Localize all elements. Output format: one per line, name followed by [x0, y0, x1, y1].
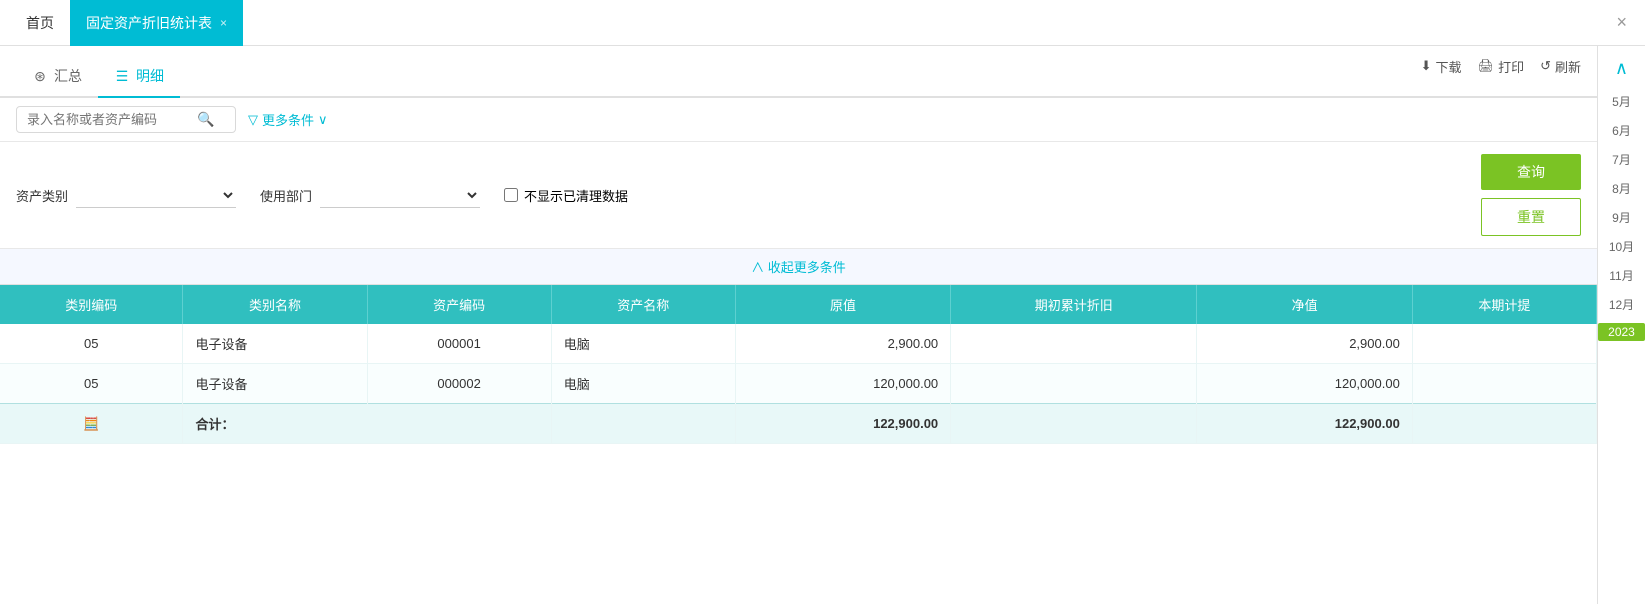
- col-header-category-code: 类别编码: [0, 285, 183, 324]
- summary-icon-cell: 🧮: [0, 404, 183, 444]
- download-button[interactable]: ⬇ 下载: [1421, 57, 1462, 76]
- year-badge[interactable]: 2023: [1598, 323, 1645, 341]
- active-tab[interactable]: 固定资产折旧统计表 ×: [70, 0, 243, 46]
- tab-summary[interactable]: ⊛ 汇总: [16, 66, 98, 98]
- cell-asset-code: 000001: [367, 324, 551, 364]
- summary-label: 合计：: [183, 404, 551, 444]
- department-select[interactable]: [320, 182, 480, 208]
- sub-tabs: ⊛ 汇总 ☰ 明细: [0, 46, 1405, 96]
- summary-accumulated-dep: [951, 404, 1197, 444]
- download-icon: ⬇: [1421, 58, 1432, 74]
- chevron-down-icon: ∨: [318, 112, 328, 128]
- reset-button[interactable]: 重置: [1481, 198, 1581, 236]
- search-icon[interactable]: 🔍: [197, 111, 214, 128]
- cell-asset-name: 电脑: [551, 324, 735, 364]
- hide-cleared-item: 不显示已清理数据: [504, 186, 628, 205]
- print-label: 打印: [1498, 57, 1524, 76]
- summary-current-period: [1412, 404, 1596, 444]
- right-sidebar: ∧ 5月6月7月8月9月10月11月12月 2023: [1597, 46, 1645, 604]
- filter-buttons: 查询 重置: [1481, 154, 1581, 236]
- asset-category-select[interactable]: [76, 182, 236, 208]
- department-filter: 使用部门: [260, 182, 480, 208]
- search-bar: 🔍 ▽ 更多条件 ∨: [0, 98, 1597, 142]
- tab-summary-label: 汇总: [54, 66, 82, 86]
- sidebar-month-item[interactable]: 8月: [1605, 174, 1638, 203]
- hide-cleared-label: 不显示已清理数据: [524, 186, 628, 205]
- collapse-label: ∧ 收起更多条件: [751, 260, 846, 275]
- query-button[interactable]: 查询: [1481, 154, 1581, 190]
- filter-row: 资产类别 使用部门 不显示已清理数据 查询: [16, 154, 1581, 236]
- print-icon: 🖨: [1478, 58, 1495, 74]
- col-header-original-value: 原值: [735, 285, 950, 324]
- filter-area: 资产类别 使用部门 不显示已清理数据 查询: [0, 142, 1597, 249]
- cell-original-value: 2,900.00: [735, 324, 950, 364]
- search-input-wrap: 🔍: [16, 106, 236, 133]
- collapse-bar[interactable]: ∧ 收起更多条件: [0, 249, 1597, 285]
- tab-close-icon[interactable]: ×: [220, 0, 227, 46]
- cell-category-code: 05: [0, 324, 183, 364]
- summary-icon: ⊛: [32, 68, 48, 84]
- more-conditions-label: 更多条件: [262, 110, 314, 129]
- detail-icon: ☰: [114, 68, 130, 84]
- col-header-accumulated-dep: 期初累计折旧: [951, 285, 1197, 324]
- refresh-button[interactable]: ↺ 刷新: [1540, 57, 1581, 76]
- window-close-button[interactable]: ×: [1608, 12, 1635, 33]
- cell-current-period: [1412, 364, 1596, 404]
- refresh-icon: ↺: [1540, 58, 1551, 74]
- cell-category-name: 电子设备: [183, 364, 367, 404]
- col-header-current-period: 本期计提: [1412, 285, 1596, 324]
- asset-category-filter: 资产类别: [16, 182, 236, 208]
- cell-asset-name: 电脑: [551, 364, 735, 404]
- data-table: 类别编码 类别名称 资产编码 资产名称 原值 期初累计折旧 净值 本期计提 05…: [0, 285, 1597, 444]
- sidebar-month-item[interactable]: 10月: [1605, 232, 1638, 261]
- sidebar-month-item[interactable]: 9月: [1605, 203, 1638, 232]
- col-header-net-value: 净值: [1197, 285, 1412, 324]
- cell-category-code: 05: [0, 364, 183, 404]
- sidebar-month-item[interactable]: 6月: [1605, 116, 1638, 145]
- more-conditions-button[interactable]: ▽ 更多条件 ∨: [248, 110, 328, 129]
- summary-net-value: 122,900.00: [1197, 404, 1412, 444]
- toolbar: ⬇ 下载 🖨 打印 ↺ 刷新: [1405, 46, 1597, 86]
- summary-original-value: 122,900.00: [735, 404, 950, 444]
- cell-category-name: 电子设备: [183, 324, 367, 364]
- top-nav: 首页 固定资产折旧统计表 × ×: [0, 0, 1645, 46]
- filter-icon: ▽: [248, 112, 258, 128]
- cell-current-period: [1412, 324, 1596, 364]
- sidebar-month-item[interactable]: 7月: [1605, 145, 1638, 174]
- print-button[interactable]: 🖨 打印: [1478, 57, 1525, 76]
- refresh-label: 刷新: [1555, 57, 1581, 76]
- tab-detail-label: 明细: [136, 66, 164, 86]
- content-area: ⊛ 汇总 ☰ 明细 ⬇ 下载 🖨 打印 ↺ 刷: [0, 46, 1645, 604]
- home-tab[interactable]: 首页: [10, 0, 70, 46]
- department-label: 使用部门: [260, 186, 312, 205]
- table-wrap: 类别编码 类别名称 资产编码 资产名称 原值 期初累计折旧 净值 本期计提 05…: [0, 285, 1597, 604]
- download-label: 下载: [1436, 57, 1462, 76]
- col-header-asset-code: 资产编码: [367, 285, 551, 324]
- sidebar-scroll-up-button[interactable]: ∧: [1611, 54, 1632, 83]
- cell-accumulated-dep: [951, 364, 1197, 404]
- summary-row: 🧮 合计： 122,900.00 122,900.00: [0, 404, 1597, 444]
- cell-accumulated-dep: [951, 324, 1197, 364]
- cell-net-value: 120,000.00: [1197, 364, 1412, 404]
- col-header-asset-name: 资产名称: [551, 285, 735, 324]
- table-row[interactable]: 05 电子设备 000001 电脑 2,900.00 2,900.00: [0, 324, 1597, 364]
- asset-category-label: 资产类别: [16, 186, 68, 205]
- sidebar-month-item[interactable]: 11月: [1605, 261, 1638, 290]
- tab-detail[interactable]: ☰ 明细: [98, 66, 180, 98]
- summary-empty-name: [551, 404, 735, 444]
- sidebar-month-item[interactable]: 5月: [1605, 87, 1638, 116]
- main-panel: ⊛ 汇总 ☰ 明细 ⬇ 下载 🖨 打印 ↺ 刷: [0, 46, 1597, 604]
- sidebar-month-item[interactable]: 12月: [1605, 290, 1638, 319]
- col-header-category-name: 类别名称: [183, 285, 367, 324]
- table-row[interactable]: 05 电子设备 000002 电脑 120,000.00 120,000.00: [0, 364, 1597, 404]
- cell-net-value: 2,900.00: [1197, 324, 1412, 364]
- hide-cleared-checkbox[interactable]: [504, 188, 518, 202]
- cell-asset-code: 000002: [367, 364, 551, 404]
- active-tab-label: 固定资产折旧统计表: [86, 0, 212, 46]
- search-input[interactable]: [27, 112, 197, 127]
- cell-original-value: 120,000.00: [735, 364, 950, 404]
- table-header-row: 类别编码 类别名称 资产编码 资产名称 原值 期初累计折旧 净值 本期计提: [0, 285, 1597, 324]
